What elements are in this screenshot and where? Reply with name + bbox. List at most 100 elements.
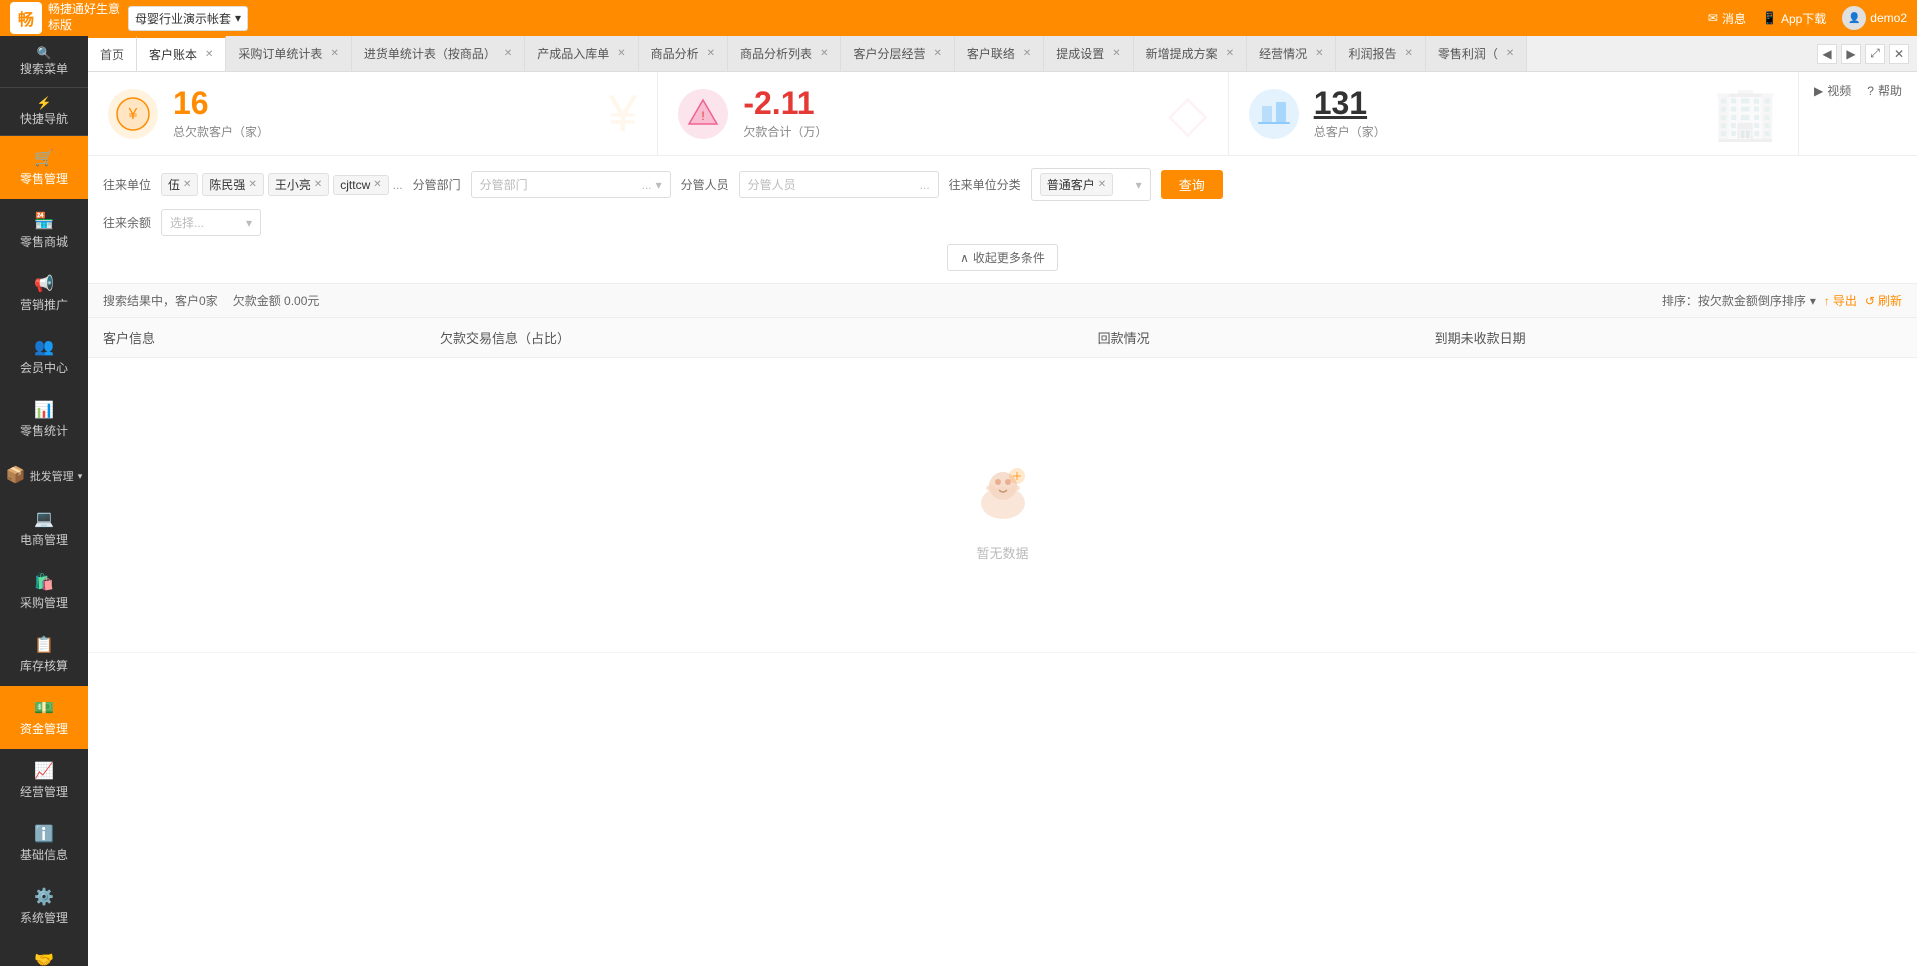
message-btn[interactable]: ✉ 消息 [1708, 10, 1746, 27]
sidebar-item-marketing[interactable]: 📢 营销推广 [0, 262, 88, 325]
sidebar-item-wholesale-mgmt[interactable]: 📦 批发管理 ▾ [0, 455, 88, 497]
tab-next-btn[interactable]: ▶ [1841, 44, 1861, 64]
unit-tag-wangxiaoliang-close[interactable]: ✕ [314, 179, 322, 190]
tab-operation-status[interactable]: 经营情况 ✕ [1247, 36, 1336, 72]
tab-close-customer-segment[interactable]: ✕ [933, 48, 941, 59]
sidebar-item-purchase-mgmt[interactable]: 🛍️ 采购管理 [0, 560, 88, 623]
tab-goods-analysis[interactable]: 商品分析 ✕ [639, 36, 728, 72]
credit-customers-value-area: 16 总欠款客户（家） [173, 87, 269, 140]
person-placeholder: 分管人员 [748, 176, 796, 193]
balance-selector[interactable]: 选择... ▾ [161, 209, 261, 236]
sidebar-item-member-center[interactable]: 👥 会员中心 [0, 325, 88, 388]
sidebar-item-inventory[interactable]: 📋 库存核算 [0, 623, 88, 686]
tab-retail-profit[interactable]: 零售利润（ ✕ [1426, 36, 1527, 72]
department-selector[interactable]: 分管部门 ... ▾ [471, 171, 671, 198]
unit-tag-chenminqiang-close[interactable]: ✕ [248, 179, 256, 190]
collapse-icon: ∧ [960, 251, 969, 265]
unit-tag-wu-close[interactable]: ✕ [183, 179, 191, 190]
credit-customers-value: 16 [173, 87, 269, 119]
sidebar-item-ecommerce-mgmt[interactable]: 💻 电商管理 [0, 497, 88, 560]
unit-tag-cjttcw-close[interactable]: ✕ [373, 179, 381, 190]
person-filter-label: 分管人员 [681, 176, 729, 193]
tab-new-promotion[interactable]: 新增提成方案 ✕ [1134, 36, 1247, 72]
tab-prev-btn[interactable]: ◀ [1817, 44, 1837, 64]
col-customer-info: 客户信息 [88, 318, 425, 358]
unit-tag-wangxiaoliang: 王小亮 ✕ [268, 173, 329, 196]
credit-amount-icon-circle: ! [678, 89, 728, 139]
tab-close-operation-status[interactable]: ✕ [1315, 48, 1323, 59]
total-customers-svg [1256, 96, 1292, 132]
tab-goods-analysis-list[interactable]: 商品分析列表 ✕ [728, 36, 841, 72]
sidebar-item-retail-stats[interactable]: 📊 零售统计 [0, 388, 88, 451]
tab-close-promotion-settings[interactable]: ✕ [1112, 48, 1120, 59]
sidebar-item-search[interactable]: 🔍 搜索菜单 [0, 36, 88, 88]
tab-bar: 首页 客户账本 ✕ 采购订单统计表 ✕ 进货单统计表（按商品） ✕ 产成品入库单… [88, 36, 1917, 72]
tab-close-purchase[interactable]: ✕ [330, 48, 338, 59]
tab-product-inbound[interactable]: 产成品入库单 ✕ [525, 36, 638, 72]
tab-customer-contact[interactable]: 客户联络 ✕ [955, 36, 1044, 72]
tab-profit-report[interactable]: 利润报告 ✕ [1336, 36, 1425, 72]
unit-tag-chenminqiang: 陈民强 ✕ [202, 173, 263, 196]
svg-text:!: ! [702, 109, 705, 123]
tab-close-goods-analysis[interactable]: ✕ [707, 48, 715, 59]
balance-placeholder: 选择... [170, 214, 204, 231]
department-dropdown-icon: ▾ [656, 178, 662, 192]
unit-filter-more[interactable]: ... [393, 178, 403, 192]
tab-close-new-promotion[interactable]: ✕ [1226, 48, 1234, 59]
profit-report-label: 利润报告 [1348, 45, 1396, 62]
query-btn[interactable]: 查询 [1161, 170, 1223, 199]
sidebar-item-finance-mgmt[interactable]: 💵 资金管理 [0, 686, 88, 749]
sort-selector[interactable]: 排序：按欠款金额倒序排序 ▾ [1662, 292, 1816, 309]
tab-close-profit-report[interactable]: ✕ [1405, 48, 1413, 59]
sidebar-item-retail-mall[interactable]: 🏪 零售商城 [0, 199, 88, 262]
user-avatar-btn[interactable]: 👤 demo2 [1842, 6, 1907, 30]
tab-close-customer-contact[interactable]: ✕ [1023, 48, 1031, 59]
tab-close-customer-account[interactable]: ✕ [205, 49, 213, 60]
tab-close-all-btn[interactable]: ✕ [1889, 44, 1909, 64]
sidebar-item-operations-mgmt[interactable]: 📈 经营管理 [0, 749, 88, 812]
product-inbound-label: 产成品入库单 [537, 45, 609, 62]
inventory-icon: 📋 [34, 635, 54, 655]
enterprise-coop-icon: 🤝 [34, 950, 54, 966]
tab-home[interactable]: 首页 [88, 36, 137, 72]
tab-close-goods-analysis-list[interactable]: ✕ [820, 48, 828, 59]
tab-customer-account[interactable]: 客户账本 ✕ [137, 36, 226, 72]
tab-maximize-btn[interactable]: ⤢ [1865, 44, 1885, 64]
sidebar-item-quick-nav[interactable]: ⚡ 快捷导航 [0, 88, 88, 136]
sidebar-item-retail-mgmt[interactable]: 🛒 零售管理 [0, 136, 88, 199]
unit-tag-cjttcw: cjttcw ✕ [333, 175, 388, 195]
empty-state: 暂无数据 [103, 368, 1902, 642]
export-btn[interactable]: ↑ 导出 [1824, 292, 1857, 309]
unit-type-selector[interactable]: 普通客户 ✕ ▾ [1031, 168, 1151, 201]
sidebar-item-enterprise-coop[interactable]: 🤝 企业协同 [0, 938, 88, 966]
credit-customers-bg-icon: ¥ [608, 84, 637, 144]
sidebar-item-basic-info[interactable]: ℹ️ 基础信息 [0, 812, 88, 875]
tab-customer-segment[interactable]: 客户分层经营 ✕ [841, 36, 954, 72]
tab-promotion-settings[interactable]: 提成设置 ✕ [1044, 36, 1133, 72]
help-btn[interactable]: ? 帮助 [1867, 82, 1902, 99]
col-credit-info: 欠款交易信息（占比） [425, 318, 1083, 358]
unit-type-tags: 普通客户 ✕ [1040, 173, 1132, 196]
sidebar: 🔍 搜索菜单 ⚡ 快捷导航 🛒 零售管理 🏪 零售商城 📢 营销推广 👥 会员中… [0, 36, 88, 966]
app-download-btn[interactable]: 📱 App下载 [1762, 10, 1826, 27]
tab-inbound-stats[interactable]: 进货单统计表（按商品） ✕ [352, 36, 525, 72]
tab-close-inbound[interactable]: ✕ [504, 48, 512, 59]
workspace-selector[interactable]: 母婴行业演示帐套 ▾ [128, 6, 248, 31]
tab-close-retail-profit[interactable]: ✕ [1506, 48, 1514, 59]
top-bar: 畅 畅捷通好生意 标版 母婴行业演示帐套 ▾ ✉ 消息 📱 App下载 👤 de… [0, 0, 1917, 36]
video-btn[interactable]: ▶ 视频 [1814, 82, 1851, 99]
message-icon: ✉ [1708, 11, 1718, 25]
result-bar-left: 搜索结果中，客户0家 欠款金额 0.00元 [103, 292, 319, 309]
search-icon: 🔍 [0, 46, 88, 60]
new-promotion-label: 新增提成方案 [1146, 45, 1218, 62]
refresh-btn[interactable]: ↺ 刷新 [1865, 292, 1902, 309]
workspace-dropdown-icon: ▾ [235, 11, 241, 25]
sidebar-item-system-mgmt[interactable]: ⚙️ 系统管理 [0, 875, 88, 938]
tab-close-product-inbound[interactable]: ✕ [617, 48, 625, 59]
operation-status-label: 经营情况 [1259, 45, 1307, 62]
unit-type-tag-normal-close[interactable]: ✕ [1098, 179, 1106, 190]
collapse-btn[interactable]: ∧ 收起更多条件 [947, 244, 1058, 271]
filter-row-1: 往来单位 伍 ✕ 陈民强 ✕ 王小亮 ✕ [103, 168, 1902, 201]
person-selector[interactable]: 分管人员 ... [739, 171, 939, 198]
tab-purchase-order-stats[interactable]: 采购订单统计表 ✕ [226, 36, 351, 72]
